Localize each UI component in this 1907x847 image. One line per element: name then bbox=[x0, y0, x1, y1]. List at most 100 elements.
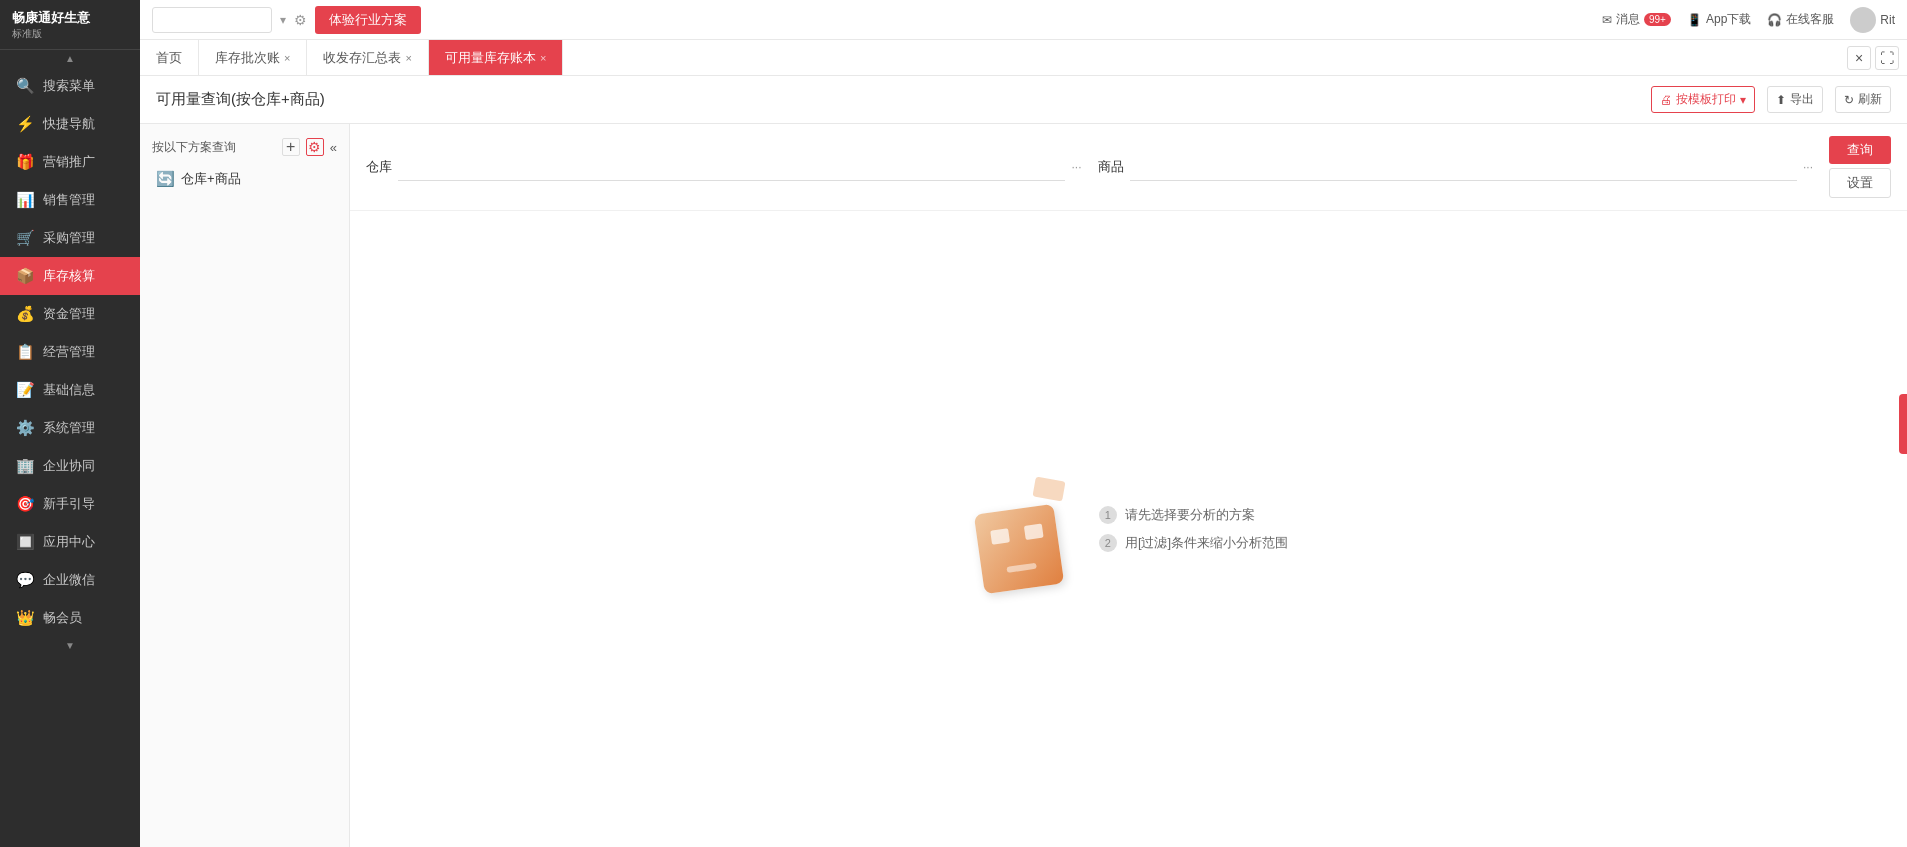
tab-summary-label: 收发存汇总表 bbox=[323, 49, 401, 67]
sidebar-item-label: 企业协同 bbox=[43, 457, 95, 475]
page-title: 可用量查询(按仓库+商品) bbox=[156, 90, 325, 109]
tab-batch-close[interactable]: × bbox=[284, 52, 290, 64]
sidebar-scroll-up[interactable]: ▲ bbox=[0, 50, 140, 67]
tabs-actions: × ⛶ bbox=[1847, 40, 1907, 75]
collapse-panel-button[interactable]: « bbox=[330, 140, 337, 155]
message-label: 消息 bbox=[1616, 11, 1640, 28]
scheme-item-label: 仓库+商品 bbox=[181, 170, 241, 188]
message-badge: 99+ bbox=[1644, 13, 1671, 26]
sidebar-item-marketing[interactable]: 🎁 营销推广 bbox=[0, 143, 140, 181]
app-download-label: App下载 bbox=[1706, 11, 1751, 28]
empty-illustration bbox=[969, 479, 1069, 579]
topbar-search-area bbox=[152, 7, 272, 33]
page-header-actions: 🖨 按模板打印 ▾ ⬆ 导出 ↻ 刷新 bbox=[1651, 86, 1891, 113]
sidebar-item-search[interactable]: 🔍 搜索菜单 bbox=[0, 67, 140, 105]
user-profile[interactable]: Rit bbox=[1850, 7, 1895, 33]
tab-available[interactable]: 可用量库存账本 × bbox=[429, 40, 563, 75]
export-button[interactable]: ⬆ 导出 bbox=[1767, 86, 1823, 113]
sidebar-item-appstore[interactable]: 🔲 应用中心 bbox=[0, 523, 140, 561]
basic-icon: 📝 bbox=[16, 381, 35, 399]
search-input[interactable] bbox=[152, 7, 272, 33]
print-label: 按模板打印 bbox=[1676, 91, 1736, 108]
app-download-button[interactable]: 📱 App下载 bbox=[1687, 11, 1751, 28]
right-scrollbar bbox=[1899, 394, 1907, 454]
left-panel-header-actions: + ⚙ « bbox=[282, 138, 337, 156]
sidebar-item-member[interactable]: 👑 畅会员 bbox=[0, 599, 140, 637]
sales-icon: 📊 bbox=[16, 191, 35, 209]
sidebar-item-inventory[interactable]: 📦 库存核算 bbox=[0, 257, 140, 295]
sidebar-item-basic[interactable]: 📝 基础信息 bbox=[0, 371, 140, 409]
system-icon: ⚙️ bbox=[16, 419, 35, 437]
message-button[interactable]: ✉ 消息 99+ bbox=[1602, 11, 1671, 28]
scheme-item-warehouse-product[interactable]: 🔄 仓库+商品 bbox=[140, 162, 349, 196]
tabs-close-button[interactable]: × bbox=[1847, 46, 1871, 70]
print-icon: 🖨 bbox=[1660, 93, 1672, 107]
sidebar-logo-title: 畅康通好生意 bbox=[12, 10, 128, 27]
username-label: Rit bbox=[1880, 13, 1895, 27]
warehouse-filter-input[interactable] bbox=[398, 153, 1065, 181]
search-icon: 🔍 bbox=[16, 77, 35, 95]
tab-home[interactable]: 首页 bbox=[140, 40, 199, 75]
gear-icon[interactable]: ⚙ bbox=[294, 12, 307, 28]
avatar bbox=[1850, 7, 1876, 33]
topbar-right: ✉ 消息 99+ 📱 App下载 🎧 在线客服 Rit bbox=[1602, 7, 1895, 33]
industry-solution-button[interactable]: 体验行业方案 bbox=[315, 6, 421, 34]
sidebar-item-operations[interactable]: 📋 经营管理 bbox=[0, 333, 140, 371]
empty-state: 1 请先选择要分析的方案 2 用[过滤]条件来缩小分析范围 bbox=[350, 211, 1907, 847]
refresh-button[interactable]: ↻ 刷新 bbox=[1835, 86, 1891, 113]
member-icon: 👑 bbox=[16, 609, 35, 627]
app-download-icon: 📱 bbox=[1687, 13, 1702, 27]
product-more-button[interactable]: ··· bbox=[1803, 160, 1813, 174]
export-label: 导出 bbox=[1790, 91, 1814, 108]
page-header: 可用量查询(按仓库+商品) 🖨 按模板打印 ▾ ⬆ 导出 ↻ 刷新 bbox=[140, 76, 1907, 124]
empty-tips: 1 请先选择要分析的方案 2 用[过滤]条件来缩小分析范围 bbox=[1099, 506, 1288, 552]
tab-batch[interactable]: 库存批次账 × bbox=[199, 40, 307, 75]
online-service-label: 在线客服 bbox=[1786, 11, 1834, 28]
purchase-icon: 🛒 bbox=[16, 229, 35, 247]
product-filter-input[interactable] bbox=[1130, 153, 1797, 181]
query-area: 按以下方案查询 + ⚙ « 🔄 仓库+商品 仓库 bbox=[140, 124, 1907, 847]
sidebar-logo: 畅康通好生意 标准版 bbox=[0, 0, 140, 50]
chevron-down-icon[interactable]: ▾ bbox=[280, 13, 286, 27]
sidebar-item-wechat[interactable]: 💬 企业微信 bbox=[0, 561, 140, 599]
guide-icon: 🎯 bbox=[16, 495, 35, 513]
filter-row: 仓库 ··· 商品 ··· 查询 设置 bbox=[350, 124, 1907, 211]
sidebar-item-label: 销售管理 bbox=[43, 191, 95, 209]
sidebar-item-guide[interactable]: 🎯 新手引导 bbox=[0, 485, 140, 523]
tab-summary[interactable]: 收发存汇总表 × bbox=[307, 40, 428, 75]
content-area: 可用量查询(按仓库+商品) 🖨 按模板打印 ▾ ⬆ 导出 ↻ 刷新 bbox=[140, 76, 1907, 847]
sidebar-scroll-down[interactable]: ▼ bbox=[0, 637, 140, 654]
sidebar-item-sales[interactable]: 📊 销售管理 bbox=[0, 181, 140, 219]
sidebar-item-label: 库存核算 bbox=[43, 267, 95, 285]
empty-tip-2: 2 用[过滤]条件来缩小分析范围 bbox=[1099, 534, 1288, 552]
sidebar-item-system[interactable]: ⚙️ 系统管理 bbox=[0, 409, 140, 447]
refresh-icon: ↻ bbox=[1844, 93, 1854, 107]
print-button[interactable]: 🖨 按模板打印 ▾ bbox=[1651, 86, 1755, 113]
tip-num-1: 1 bbox=[1099, 506, 1117, 524]
left-panel-title: 按以下方案查询 bbox=[152, 139, 236, 156]
product-filter-label: 商品 bbox=[1098, 158, 1124, 176]
main-area: ▾ ⚙ 体验行业方案 ✉ 消息 99+ 📱 App下载 🎧 在线客服 Rit bbox=[140, 0, 1907, 847]
sidebar-item-label: 企业微信 bbox=[43, 571, 95, 589]
query-button[interactable]: 查询 bbox=[1829, 136, 1891, 164]
sidebar-item-label: 搜索菜单 bbox=[43, 77, 95, 95]
sidebar-item-finance[interactable]: 💰 资金管理 bbox=[0, 295, 140, 333]
sidebar-logo-sub: 标准版 bbox=[12, 27, 128, 41]
refresh-label: 刷新 bbox=[1858, 91, 1882, 108]
tip-text-1: 请先选择要分析的方案 bbox=[1125, 506, 1255, 524]
settings-button[interactable]: 设置 bbox=[1829, 168, 1891, 198]
online-service-button[interactable]: 🎧 在线客服 bbox=[1767, 11, 1834, 28]
sidebar-item-shortcut[interactable]: ⚡ 快捷导航 bbox=[0, 105, 140, 143]
online-service-icon: 🎧 bbox=[1767, 13, 1782, 27]
tabs-expand-button[interactable]: ⛶ bbox=[1875, 46, 1899, 70]
tab-summary-close[interactable]: × bbox=[405, 52, 411, 64]
empty-tip-1: 1 请先选择要分析的方案 bbox=[1099, 506, 1288, 524]
warehouse-more-button[interactable]: ··· bbox=[1071, 160, 1081, 174]
sidebar-item-enterprise[interactable]: 🏢 企业协同 bbox=[0, 447, 140, 485]
scheme-settings-button[interactable]: ⚙ bbox=[306, 138, 324, 156]
tab-available-close[interactable]: × bbox=[540, 52, 546, 64]
export-icon: ⬆ bbox=[1776, 93, 1786, 107]
add-scheme-button[interactable]: + bbox=[282, 138, 300, 156]
sidebar-item-purchase[interactable]: 🛒 采购管理 bbox=[0, 219, 140, 257]
tab-home-label: 首页 bbox=[156, 49, 182, 67]
